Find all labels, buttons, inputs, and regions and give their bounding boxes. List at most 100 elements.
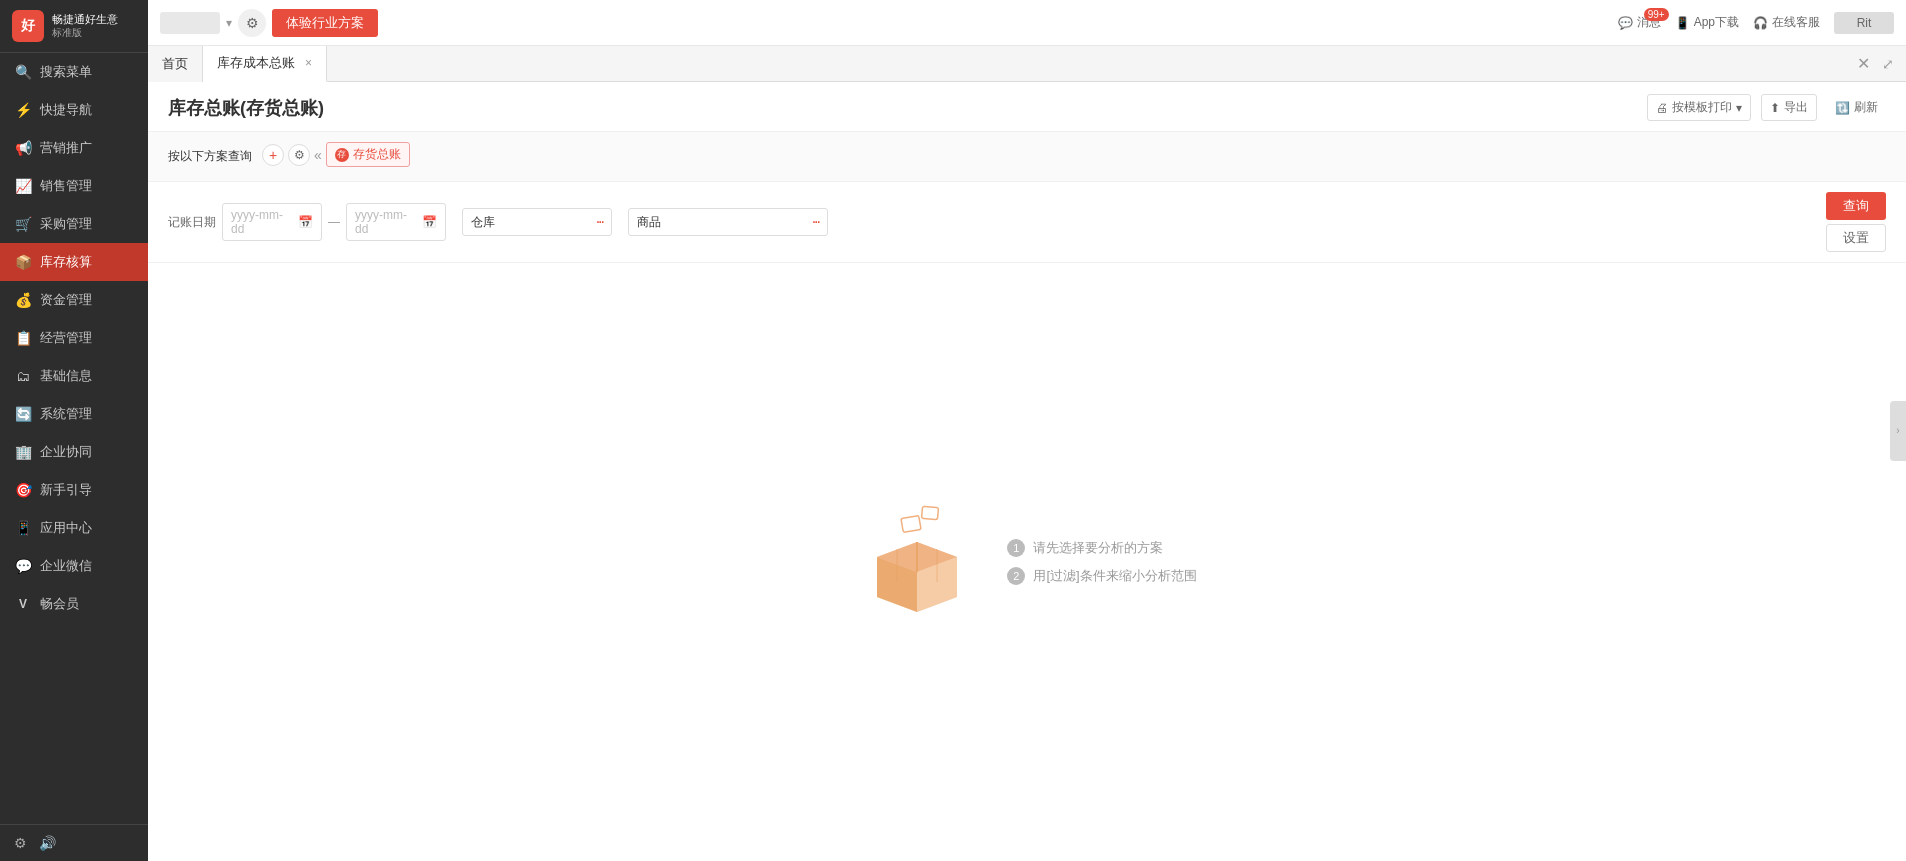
filter-scheme-bar: 按以下方案查询 + ⚙ « 存 存货总账 [148,132,1906,182]
empty-step-1-text: 请先选择要分析的方案 [1033,539,1163,557]
settings-footer-icon[interactable]: ⚙ [14,835,27,851]
sidebar-item-marketing[interactable]: 📢 营销推广 [0,129,148,167]
calendar-start-icon[interactable]: 📅 [298,215,313,229]
sidebar-item-operation[interactable]: 📋 经营管理 [0,319,148,357]
page-header: 库存总账(存货总账) 🖨 按模板打印 ▾ ⬆ 导出 🔃 刷新 [148,82,1906,132]
wechat-icon: 💬 [14,557,32,575]
calendar-end-icon[interactable]: 📅 [422,215,437,229]
sidebar-item-label: 快捷导航 [40,101,92,119]
date-start-placeholder: yyyy-mm-dd [231,208,290,236]
user-avatar[interactable]: Rit [1834,12,1894,34]
headset-icon: 🎧 [1753,16,1768,30]
empty-text-area: 1 请先选择要分析的方案 2 用[过滤]条件来缩小分析范围 [1007,539,1196,585]
message-icon: 💬 [1618,16,1633,30]
sidebar-item-search[interactable]: 🔍 搜索菜单 [0,53,148,91]
export-button[interactable]: ⬆ 导出 [1761,94,1817,121]
print-label: 按模板打印 [1672,99,1732,116]
main-area: ▾ ⚙ 体验行业方案 💬 消息 99+ 📱 App下载 🎧 在线客服 Rit [148,0,1906,861]
empty-icon-area [857,502,977,622]
export-icon: ⬆ [1770,101,1780,115]
print-icon: 🖨 [1656,101,1668,115]
tab-close-icon[interactable]: × [305,56,312,70]
filter-scheme-area: + ⚙ « 存 存货总账 [262,142,410,167]
date-filter-field: 记账日期 yyyy-mm-dd 📅 — yyyy-mm-dd 📅 [168,203,446,241]
sidebar-item-label: 采购管理 [40,215,92,233]
breadcrumb-dropdown-btn[interactable]: ▾ [226,16,232,30]
sidebar-item-enterprise[interactable]: 🏢 企业协同 [0,433,148,471]
sidebar-item-basic[interactable]: 🗂 基础信息 [0,357,148,395]
sidebar-item-finance[interactable]: 💰 资金管理 [0,281,148,319]
finance-icon: 💰 [14,291,32,309]
sidebar-item-label: 营销推广 [40,139,92,157]
sidebar-item-label: 企业协同 [40,443,92,461]
sidebar: 好 畅捷通好生意 标准版 🔍 搜索菜单 ⚡ 快捷导航 📢 营销推广 📈 销售管理… [0,0,148,861]
search-icon: 🔍 [14,63,32,81]
page-title: 库存总账(存货总账) [168,96,324,120]
sidebar-item-member[interactable]: V 畅会员 [0,585,148,623]
topbar-nav: ▾ ⚙ 体验行业方案 [160,9,1610,37]
goods-select[interactable]: 商品 ··· [628,208,828,236]
goods-more-icon: ··· [812,213,819,231]
purchase-icon: 🛒 [14,215,32,233]
industry-solution-button[interactable]: 体验行业方案 [272,9,378,37]
add-scheme-button[interactable]: + [262,144,284,166]
scheme-settings-button[interactable]: ⚙ [288,144,310,166]
tab-close-window-btn[interactable]: ✕ [1853,52,1874,75]
active-tab-label: 库存成本总账 [217,54,295,72]
topbar-right: 💬 消息 99+ 📱 App下载 🎧 在线客服 Rit [1618,12,1894,34]
online-service-button[interactable]: 🎧 在线客服 [1753,14,1820,31]
tab-expand-btn[interactable]: ⤢ [1878,54,1898,74]
setup-button[interactable]: 设置 [1826,224,1886,252]
warehouse-filter-field: 仓库 ··· [462,208,612,236]
sidebar-logo: 好 畅捷通好生意 标准版 [0,0,148,53]
sidebar-item-purchase[interactable]: 🛒 采购管理 [0,205,148,243]
date-separator: — [328,215,340,229]
refresh-label: 刷新 [1854,99,1878,116]
sidebar-item-system[interactable]: 🔄 系统管理 [0,395,148,433]
refresh-button[interactable]: 🔃 刷新 [1827,95,1886,120]
goods-label: 商品 [637,214,661,231]
empty-step-2-text: 用[过滤]条件来缩小分析范围 [1033,567,1196,585]
warehouse-select[interactable]: 仓库 ··· [462,208,612,236]
topbar-settings-button[interactable]: ⚙ [238,9,266,37]
tab-extra-controls: ✕ ⤢ [1853,52,1906,75]
date-start-input[interactable]: yyyy-mm-dd 📅 [222,203,322,241]
system-icon: 🔄 [14,405,32,423]
app-download-button[interactable]: 📱 App下载 [1675,14,1739,31]
print-template-button[interactable]: 🖨 按模板打印 ▾ [1647,94,1751,121]
empty-step-2: 2 用[过滤]条件来缩小分析范围 [1007,567,1196,585]
svg-rect-7 [901,516,921,533]
home-tab[interactable]: 首页 [148,46,203,82]
messages-button[interactable]: 💬 消息 99+ [1618,14,1661,31]
sidebar-item-wechat[interactable]: 💬 企业微信 [0,547,148,585]
date-end-input[interactable]: yyyy-mm-dd 📅 [346,203,446,241]
sidebar-item-sales[interactable]: 📈 销售管理 [0,167,148,205]
sidebar-item-quick-nav[interactable]: ⚡ 快捷导航 [0,91,148,129]
inventory-ledger-tab[interactable]: 库存成本总账 × [203,46,327,82]
warehouse-label: 仓库 [471,214,495,231]
svg-rect-8 [922,506,939,519]
guide-icon: 🎯 [14,481,32,499]
right-panel-toggle[interactable]: › [1890,401,1906,461]
sidebar-item-apps[interactable]: 📱 应用中心 [0,509,148,547]
member-icon: V [14,595,32,613]
step-1-circle: 1 [1007,539,1025,557]
inventory-icon: 📦 [14,253,32,271]
sidebar-nav: 🔍 搜索菜单 ⚡ 快捷导航 📢 营销推广 📈 销售管理 🛒 采购管理 📦 库存核… [0,53,148,824]
scheme-tag-inventory-ledger[interactable]: 存 存货总账 [326,142,410,167]
date-filter-label: 记账日期 [168,214,216,231]
query-button[interactable]: 查询 [1826,192,1886,220]
sidebar-item-inventory[interactable]: 📦 库存核算 [0,243,148,281]
collapse-scheme-button[interactable]: « [314,147,322,163]
online-service-label: 在线客服 [1772,14,1820,31]
filter-actions: 查询 设置 [1826,192,1886,252]
sidebar-footer: ⚙ 🔊 [0,824,148,861]
refresh-icon: 🔃 [1835,101,1850,115]
sidebar-item-guide[interactable]: 🎯 新手引导 [0,471,148,509]
audio-footer-icon[interactable]: 🔊 [39,835,56,851]
sidebar-item-label: 新手引导 [40,481,92,499]
date-end-placeholder: yyyy-mm-dd [355,208,414,236]
sales-icon: 📈 [14,177,32,195]
quick-nav-icon: ⚡ [14,101,32,119]
tabs-bar: 首页 库存成本总账 × ✕ ⤢ [148,46,1906,82]
